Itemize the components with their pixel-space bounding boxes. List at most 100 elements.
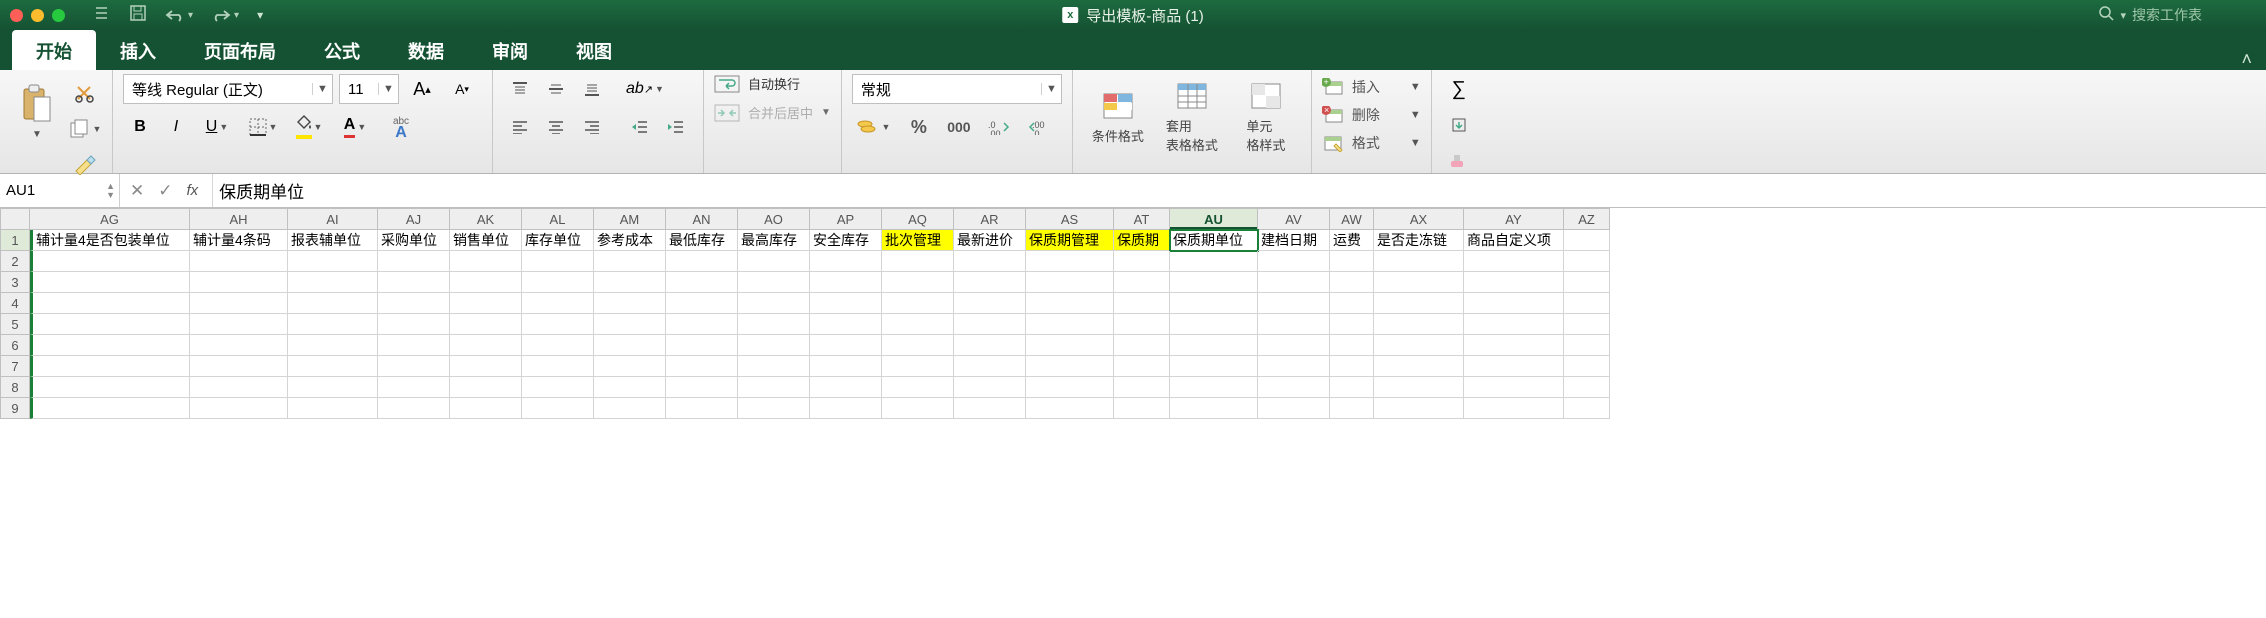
cell-AV5[interactable] [1258, 314, 1330, 335]
cell-AU4[interactable] [1170, 293, 1258, 314]
cell-AH5[interactable] [190, 314, 288, 335]
cell-AO9[interactable] [738, 398, 810, 419]
cell-AI8[interactable] [288, 377, 378, 398]
cell-AL6[interactable] [522, 335, 594, 356]
cell-AN3[interactable] [666, 272, 738, 293]
cell-AR7[interactable] [954, 356, 1026, 377]
cell-AR1[interactable]: 最新进价 [954, 230, 1026, 251]
format-cells-button[interactable]: 格式▼ [1322, 130, 1421, 156]
ribbon-collapse-icon[interactable]: ˄ [2241, 49, 2252, 70]
cell-AN1[interactable]: 最低库存 [666, 230, 738, 251]
cell-AP5[interactable] [810, 314, 882, 335]
search-input[interactable] [2132, 7, 2252, 23]
cell-AP6[interactable] [810, 335, 882, 356]
row-header-1[interactable]: 1 [0, 230, 30, 251]
cell-AL9[interactable] [522, 398, 594, 419]
cell-AW4[interactable] [1330, 293, 1374, 314]
cell-AZ4[interactable] [1564, 293, 1610, 314]
phonetic-button[interactable]: abcA [379, 112, 423, 142]
cell-AN6[interactable] [666, 335, 738, 356]
cell-AN9[interactable] [666, 398, 738, 419]
cell-AY9[interactable] [1464, 398, 1564, 419]
italic-button[interactable]: I [159, 112, 193, 142]
cell-AW9[interactable] [1330, 398, 1374, 419]
cell-AQ1[interactable]: 批次管理 [882, 230, 954, 251]
cut-button[interactable] [68, 78, 102, 108]
decrease-font-button[interactable]: A▾ [445, 74, 479, 104]
cell-AZ5[interactable] [1564, 314, 1610, 335]
cell-AQ6[interactable] [882, 335, 954, 356]
row-header-8[interactable]: 8 [0, 377, 30, 398]
cell-AM4[interactable] [594, 293, 666, 314]
col-header-AT[interactable]: AT [1114, 208, 1170, 230]
format-painter-button[interactable] [68, 150, 102, 180]
tab-页面布局[interactable]: 页面布局 [180, 30, 300, 70]
cell-AG3[interactable] [30, 272, 190, 293]
underline-button[interactable]: U▼ [195, 112, 239, 142]
select-all-corner[interactable] [0, 208, 30, 230]
cell-AT4[interactable] [1114, 293, 1170, 314]
number-format-combo[interactable]: 常规▼ [852, 74, 1062, 104]
cell-AZ8[interactable] [1564, 377, 1610, 398]
cell-AW1[interactable]: 运费 [1330, 230, 1374, 251]
cell-AM5[interactable] [594, 314, 666, 335]
cell-AY5[interactable] [1464, 314, 1564, 335]
clear-button[interactable] [1442, 146, 1476, 176]
cell-AH6[interactable] [190, 335, 288, 356]
row-header-2[interactable]: 2 [0, 251, 30, 272]
font-name-combo[interactable]: 等线 Regular (正文)▼ [123, 74, 333, 104]
cell-AU5[interactable] [1170, 314, 1258, 335]
row-header-5[interactable]: 5 [0, 314, 30, 335]
cell-AT8[interactable] [1114, 377, 1170, 398]
percent-button[interactable]: % [902, 112, 936, 142]
cell-AZ3[interactable] [1564, 272, 1610, 293]
cell-AI1[interactable]: 报表辅单位 [288, 230, 378, 251]
cell-AI4[interactable] [288, 293, 378, 314]
cell-AW6[interactable] [1330, 335, 1374, 356]
cell-AM1[interactable]: 参考成本 [594, 230, 666, 251]
cell-AV6[interactable] [1258, 335, 1330, 356]
cell-AP2[interactable] [810, 251, 882, 272]
cell-AU2[interactable] [1170, 251, 1258, 272]
cell-AW8[interactable] [1330, 377, 1374, 398]
cell-AN5[interactable] [666, 314, 738, 335]
cell-AV9[interactable] [1258, 398, 1330, 419]
cell-AS8[interactable] [1026, 377, 1114, 398]
cell-AP3[interactable] [810, 272, 882, 293]
cell-AS4[interactable] [1026, 293, 1114, 314]
cell-AU6[interactable] [1170, 335, 1258, 356]
align-bottom-button[interactable] [575, 74, 609, 104]
cell-AI7[interactable] [288, 356, 378, 377]
cell-AJ1[interactable]: 采购单位 [378, 230, 450, 251]
increase-font-button[interactable]: A▴ [405, 74, 439, 104]
cell-AW2[interactable] [1330, 251, 1374, 272]
cell-AY1[interactable]: 商品自定义项 [1464, 230, 1564, 251]
cell-AX3[interactable] [1374, 272, 1464, 293]
search-sheet[interactable]: ▾ [2099, 6, 2252, 24]
cell-AO6[interactable] [738, 335, 810, 356]
cell-AL3[interactable] [522, 272, 594, 293]
cell-AN2[interactable] [666, 251, 738, 272]
tab-开始[interactable]: 开始 [12, 30, 96, 70]
copy-button[interactable]: ▼ [68, 114, 102, 144]
cell-AI6[interactable] [288, 335, 378, 356]
cell-AV2[interactable] [1258, 251, 1330, 272]
paste-button[interactable]: ▼ [10, 74, 64, 148]
name-box-input[interactable] [0, 182, 88, 199]
cell-AG2[interactable] [30, 251, 190, 272]
cell-AO1[interactable]: 最高库存 [738, 230, 810, 251]
cell-AI9[interactable] [288, 398, 378, 419]
window-minimize-icon[interactable] [31, 9, 44, 22]
cell-styles-button[interactable]: 单元 格样式 [1231, 74, 1301, 162]
cell-AI2[interactable] [288, 251, 378, 272]
cell-AY7[interactable] [1464, 356, 1564, 377]
row-header-3[interactable]: 3 [0, 272, 30, 293]
cell-AH1[interactable]: 辅计量4条码 [190, 230, 288, 251]
redo-icon[interactable]: ▾ [211, 8, 239, 22]
cell-AW5[interactable] [1330, 314, 1374, 335]
cell-AO5[interactable] [738, 314, 810, 335]
align-middle-button[interactable] [539, 74, 573, 104]
cell-AH9[interactable] [190, 398, 288, 419]
cell-AS5[interactable] [1026, 314, 1114, 335]
cell-AW7[interactable] [1330, 356, 1374, 377]
